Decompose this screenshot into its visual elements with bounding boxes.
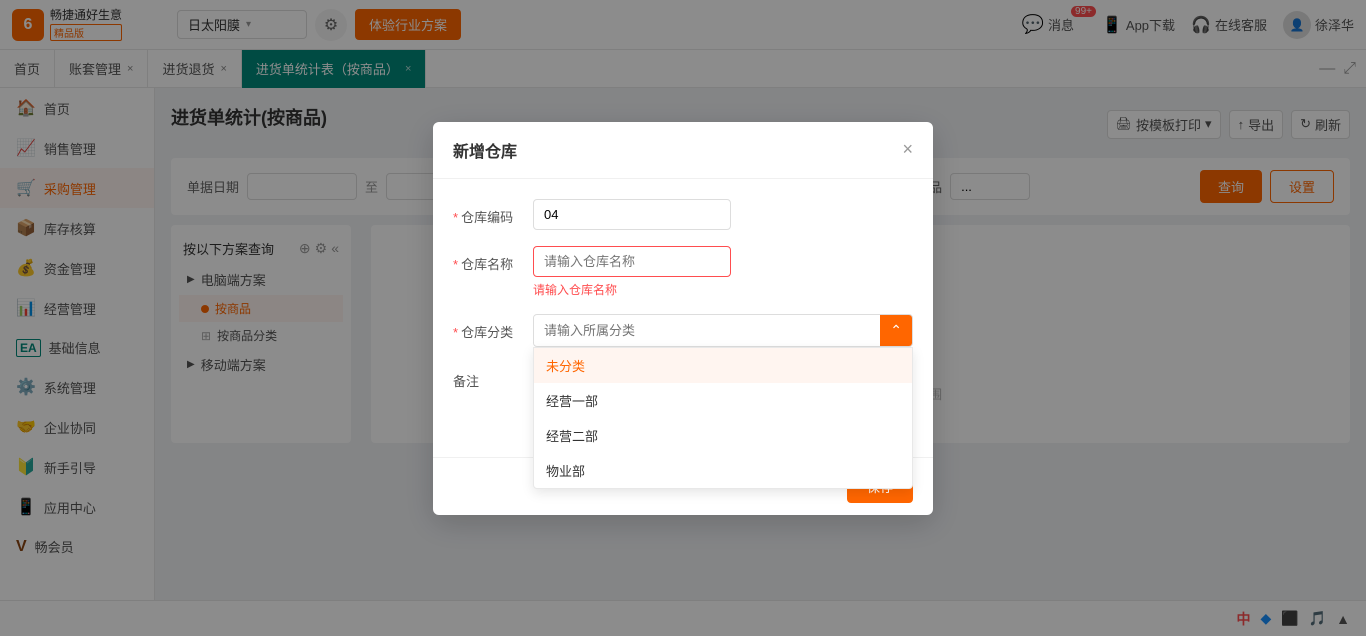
warehouse-name-error: 请输入仓库名称	[533, 281, 913, 298]
warehouse-name-input[interactable]	[533, 246, 731, 277]
modal-overlay[interactable]: 新增仓库 × 仓库编码 仓库名称 请输入仓库名称 仓库分类	[0, 0, 1366, 636]
warehouse-name-label: 仓库名称	[453, 246, 533, 273]
modal-title: 新增仓库	[453, 138, 517, 162]
form-row-name: 仓库名称 请输入仓库名称	[453, 246, 913, 298]
warehouse-category-label: 仓库分类	[453, 314, 533, 341]
dropdown-option-3[interactable]: 物业部	[534, 453, 912, 488]
dropdown-option-1[interactable]: 经营一部	[534, 383, 912, 418]
warehouse-category-dropdown: ⌃ 未分类 经营一部 经营二部 物业部	[533, 314, 913, 347]
warehouse-code-wrap	[533, 199, 913, 230]
warehouse-category-input[interactable]	[534, 316, 880, 345]
warehouse-code-label: 仓库编码	[453, 199, 533, 226]
form-row-category: 仓库分类 ⌃ 未分类 经营一部 经营二部 物业部	[453, 314, 913, 347]
dropdown-option-2[interactable]: 经营二部	[534, 418, 912, 453]
dropdown-option-0[interactable]: 未分类	[534, 348, 912, 383]
warehouse-code-input[interactable]	[533, 199, 731, 230]
notes-label: 备注	[453, 363, 533, 390]
dropdown-list: 未分类 经营一部 经营二部 物业部	[533, 347, 913, 489]
modal-header: 新增仓库 ×	[433, 122, 933, 179]
modal-close-button[interactable]: ×	[902, 139, 913, 160]
modal-body: 仓库编码 仓库名称 请输入仓库名称 仓库分类 ⌃	[433, 179, 933, 457]
dropdown-arrow-button[interactable]: ⌃	[880, 315, 912, 346]
warehouse-name-wrap: 请输入仓库名称	[533, 246, 913, 298]
dropdown-input-wrap: ⌃	[533, 314, 913, 347]
form-row-code: 仓库编码	[453, 199, 913, 230]
new-warehouse-modal: 新增仓库 × 仓库编码 仓库名称 请输入仓库名称 仓库分类	[433, 122, 933, 515]
